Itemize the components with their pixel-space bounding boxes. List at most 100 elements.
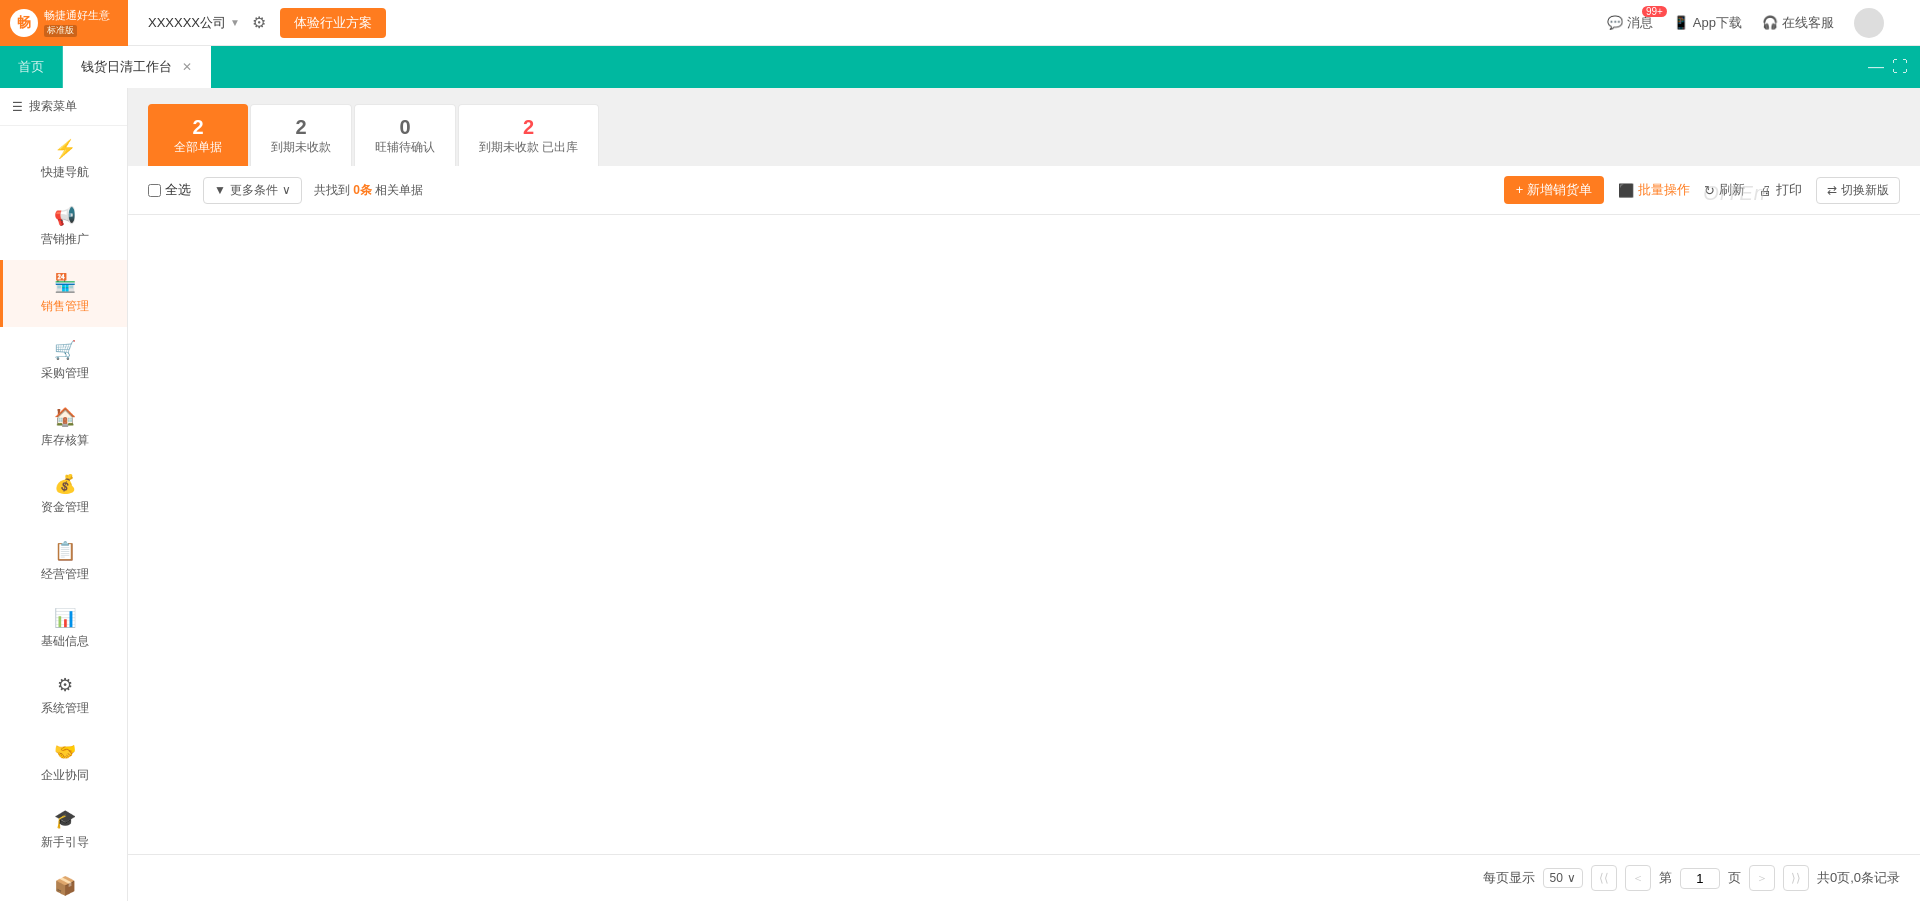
page-size-value: 50 — [1550, 871, 1563, 885]
main-layout: ☰ 搜索菜单 ⚡ 快捷导航 📢 营销推广 🏪 销售管理 🛒 采购管理 🏠 库存核… — [0, 88, 1920, 901]
logo-area: 畅 畅捷通好生意 标准版 — [0, 0, 128, 46]
sidebar-item-finance[interactable]: 💰 资金管理 — [0, 461, 127, 528]
sidebar-item-marketing[interactable]: 📢 营销推广 — [0, 193, 127, 260]
tab-all-number: 2 — [192, 116, 203, 139]
message-item[interactable]: 💬 消息 99+ — [1607, 14, 1653, 32]
online-service-item[interactable]: 🎧 在线客服 — [1762, 14, 1834, 32]
sidebar-item-app-center[interactable]: 📦 应用中心 — [0, 863, 127, 901]
sidebar-item-label: 资金管理 — [41, 499, 89, 516]
toolbar-left: 全选 ▼ 更多条件 ∨ 共找到 0条 相关单据 — [148, 177, 423, 204]
nav-tab-home-label: 首页 — [18, 58, 44, 76]
total-info: 共0页,0条记录 — [1817, 869, 1900, 887]
sidebar-item-purchase[interactable]: 🛒 采购管理 — [0, 327, 127, 394]
page-prev-button[interactable]: ＜ — [1625, 865, 1651, 891]
basic-info-icon: 📊 — [54, 607, 76, 629]
page-number-input[interactable] — [1680, 868, 1720, 889]
search-icon: ☰ — [12, 100, 23, 114]
experience-button[interactable]: 体验行业方案 — [280, 8, 386, 38]
sidebar-item-basic-info[interactable]: 📊 基础信息 — [0, 595, 127, 662]
nav-tab-workbench-label: 钱货日清工作台 — [81, 58, 172, 76]
found-suffix: 相关单据 — [375, 183, 423, 197]
app-download-item[interactable]: 📱 App下载 — [1673, 14, 1742, 32]
select-all-input[interactable] — [148, 184, 161, 197]
page-label-2: 页 — [1728, 869, 1741, 887]
sidebar-item-guide[interactable]: 🎓 新手引导 — [0, 796, 127, 863]
sales-icon: 🏪 — [54, 272, 76, 294]
purchase-icon: 🛒 — [54, 339, 76, 361]
tab-shipped-label: 到期未收款 已出库 — [479, 139, 578, 156]
content-area: 2 全部单据 2 到期未收款 0 旺辅待确认 2 到期未收款 已出库 全选 — [128, 88, 1920, 901]
logo-title: 畅捷通好生意 — [44, 8, 110, 22]
app-center-icon: 📦 — [54, 875, 76, 897]
refresh-action[interactable]: ↻ 刷新 — [1704, 181, 1745, 199]
message-badge: 99+ — [1642, 6, 1667, 17]
nav-tab-home[interactable]: 首页 — [0, 46, 63, 88]
select-all-checkbox[interactable]: 全选 — [148, 181, 191, 199]
company-selector[interactable]: XXXXXX公司 ▼ — [148, 14, 240, 32]
switch-button[interactable]: ⇄ 切换新版 — [1816, 177, 1900, 204]
sidebar-search-label: 搜索菜单 — [29, 98, 77, 115]
company-name: XXXXXX公司 — [148, 14, 226, 32]
toolbar: 全选 ▼ 更多条件 ∨ 共找到 0条 相关单据 + 新增销货单 ⬛ 批量操作 — [128, 166, 1920, 215]
content-tab-all[interactable]: 2 全部单据 — [148, 104, 248, 166]
refresh-icon: ↻ — [1704, 183, 1715, 198]
chevron-filter-icon: ∨ — [282, 183, 291, 197]
logo-badge: 标准版 — [44, 25, 77, 37]
print-action[interactable]: 🖨 打印 — [1759, 181, 1802, 199]
batch-icon: ⬛ — [1618, 183, 1634, 198]
inventory-icon: 🏠 — [54, 406, 76, 428]
found-count: 0条 — [353, 183, 372, 197]
logo-icon: 畅 — [10, 9, 38, 37]
content-tab-overdue[interactable]: 2 到期未收款 — [250, 104, 352, 166]
header-right: 💬 消息 99+ 📱 App下载 🎧 在线客服 — [1607, 8, 1904, 38]
nav-expand-button[interactable]: ⛶ — [1892, 58, 1908, 76]
batch-label: 批量操作 — [1638, 181, 1690, 199]
sidebar-item-label: 快捷导航 — [41, 164, 89, 181]
sidebar-item-label: 营销推广 — [41, 231, 89, 248]
sidebar-item-cooperation[interactable]: 🤝 企业协同 — [0, 729, 127, 796]
tab-overdue-number: 2 — [295, 116, 306, 139]
sidebar-item-label: 企业协同 — [41, 767, 89, 784]
cooperation-icon: 🤝 — [54, 741, 76, 763]
tab-shipped-number: 2 — [523, 116, 534, 139]
nav-minimize-button[interactable]: — — [1868, 58, 1884, 76]
operation-icon: 📋 — [54, 540, 76, 562]
nav-tab-workbench[interactable]: 钱货日清工作台 ✕ — [63, 46, 211, 88]
settings-icon[interactable]: ⚙ — [252, 13, 266, 32]
sidebar-item-label: 采购管理 — [41, 365, 89, 382]
page-size-select[interactable]: 50 ∨ — [1543, 868, 1583, 888]
table-area — [128, 215, 1920, 854]
page-first-button[interactable]: ⟨⟨ — [1591, 865, 1617, 891]
sidebar-search[interactable]: ☰ 搜索菜单 — [0, 88, 127, 126]
page-size-chevron-icon: ∨ — [1567, 871, 1576, 885]
page-last-button[interactable]: ⟩⟩ — [1783, 865, 1809, 891]
system-icon: ⚙ — [57, 674, 73, 696]
sidebar-item-label: 新手引导 — [41, 834, 89, 851]
switch-icon: ⇄ — [1827, 183, 1837, 197]
guide-icon: 🎓 — [54, 808, 76, 830]
sidebar-item-label: 系统管理 — [41, 700, 89, 717]
filter-button[interactable]: ▼ 更多条件 ∨ — [203, 177, 302, 204]
nav-tabs: 首页 钱货日清工作台 ✕ — ⛶ — [0, 46, 1920, 88]
page-next-button[interactable]: ＞ — [1749, 865, 1775, 891]
sidebar-item-label: 基础信息 — [41, 633, 89, 650]
sidebar-item-inventory[interactable]: 🏠 库存核算 — [0, 394, 127, 461]
nav-tab-close-icon[interactable]: ✕ — [182, 60, 192, 74]
batch-action[interactable]: ⬛ 批量操作 — [1618, 181, 1690, 199]
sidebar-item-label: 库存核算 — [41, 432, 89, 449]
avatar[interactable] — [1854, 8, 1884, 38]
filter-icon: ▼ — [214, 183, 226, 197]
sidebar-item-operation[interactable]: 📋 经营管理 — [0, 528, 127, 595]
print-icon: 🖨 — [1759, 183, 1772, 198]
content-tab-wang[interactable]: 0 旺辅待确认 — [354, 104, 456, 166]
found-text: 共找到 0条 相关单据 — [314, 182, 423, 199]
sidebar-item-system[interactable]: ⚙ 系统管理 — [0, 662, 127, 729]
chevron-down-icon: ▼ — [230, 17, 240, 28]
sidebar-item-quick-nav[interactable]: ⚡ 快捷导航 — [0, 126, 127, 193]
content-tab-shipped[interactable]: 2 到期未收款 已出库 — [458, 104, 599, 166]
logo-text: 畅捷通好生意 标准版 — [44, 8, 110, 37]
sidebar-item-sales[interactable]: 🏪 销售管理 — [0, 260, 127, 327]
add-sales-button[interactable]: + 新增销货单 — [1504, 176, 1604, 204]
sidebar-item-label: 销售管理 — [41, 298, 89, 315]
content-tabs: 2 全部单据 2 到期未收款 0 旺辅待确认 2 到期未收款 已出库 — [128, 88, 1920, 166]
